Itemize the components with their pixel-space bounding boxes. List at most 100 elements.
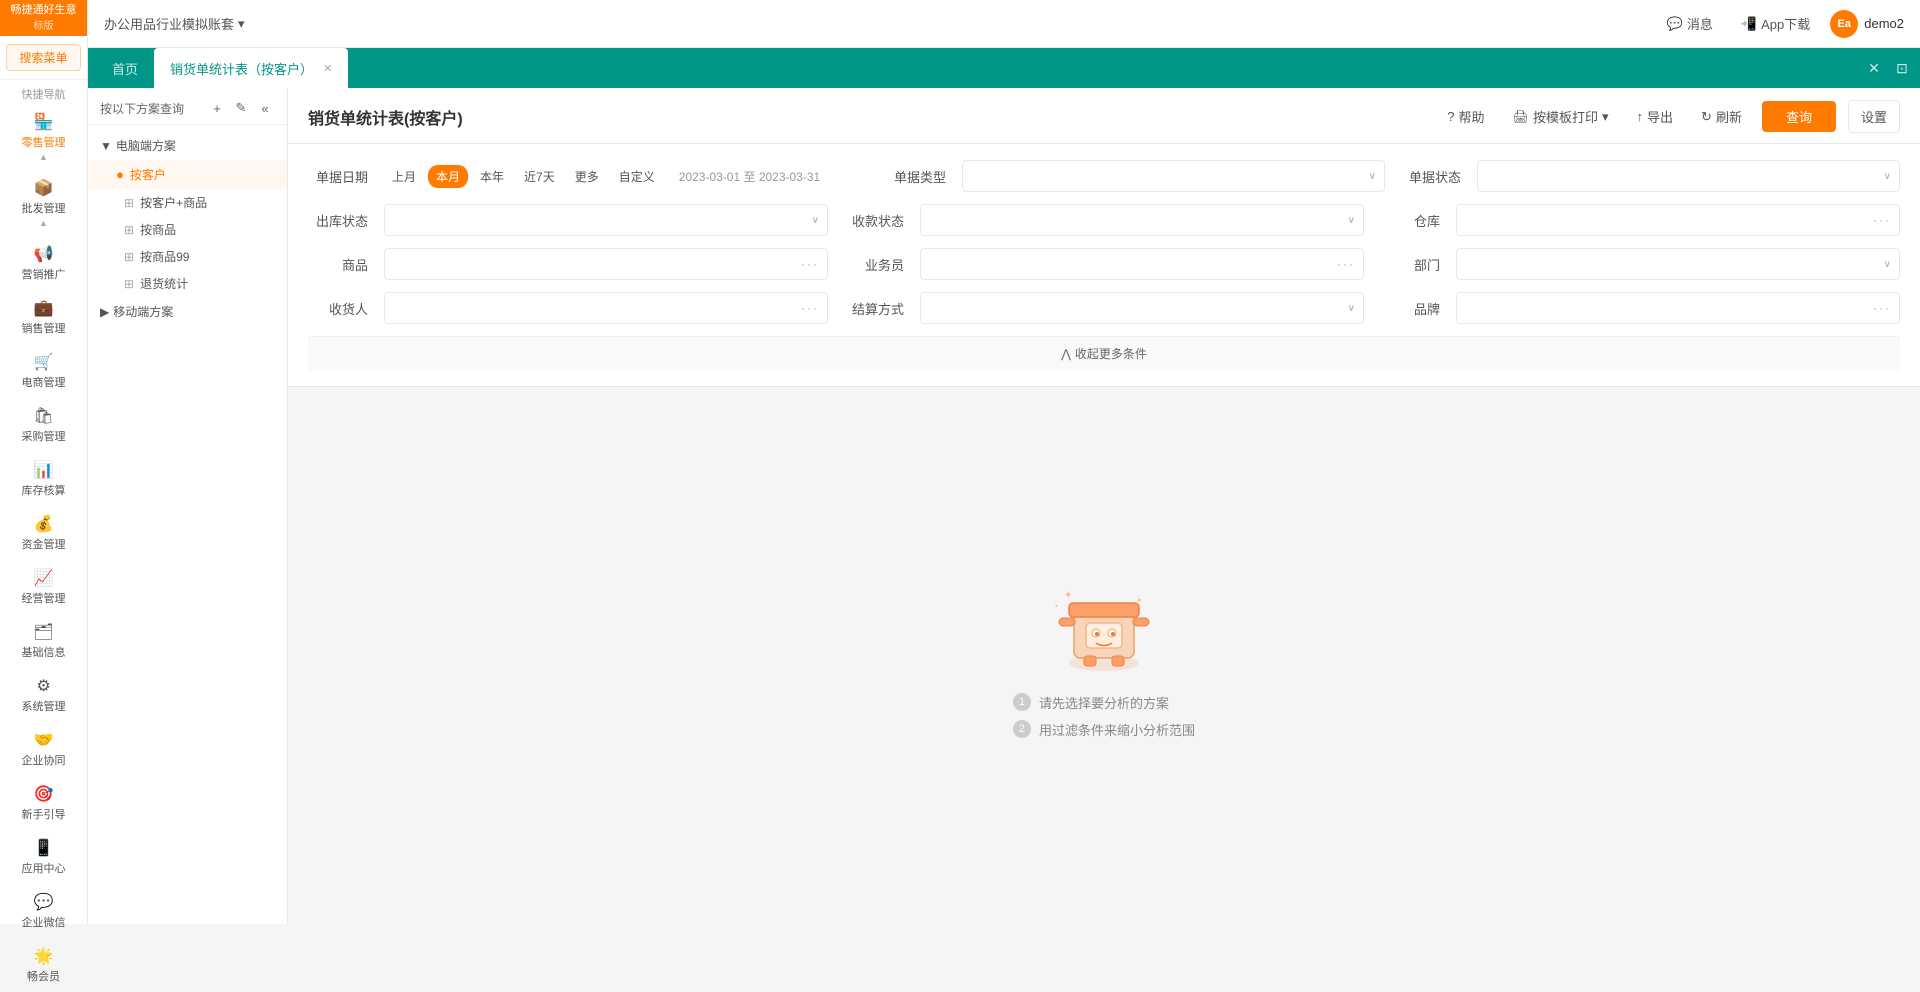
tree-group-mobile[interactable]: ▶ 移动端方案 [88, 297, 287, 326]
tree-item-by-goods99-label: 按商品99 [140, 248, 189, 265]
sidebar-item-member[interactable]: 🌟 畅会员 [0, 938, 87, 992]
tree-item-by-customer-goods[interactable]: ⊞ 按客户+商品 [88, 189, 287, 216]
consignee-select[interactable]: ··· [384, 292, 828, 324]
tree-item-return-stat[interactable]: ⊞ 退货统计 [88, 270, 287, 297]
industry-dropdown-icon: ▾ [238, 16, 245, 32]
tree-item-by-goods99[interactable]: ⊞ 按商品99 [88, 243, 287, 270]
tree-item-by-goods[interactable]: ⊞ 按商品 [88, 216, 287, 243]
brand-select[interactable]: ··· [1456, 292, 1900, 324]
message-button[interactable]: 💬 消息 [1659, 10, 1721, 37]
sidebar-item-wechat[interactable]: 💬 企业微信 [0, 884, 87, 938]
bill-type-arrow: ∨ [1369, 171, 1376, 182]
warehouse-select[interactable]: ··· [1456, 204, 1900, 236]
bill-type-select[interactable]: ∨ [962, 160, 1385, 192]
tree-item-by-customer[interactable]: ● 按客户 [88, 160, 287, 189]
by-customer-goods-icon: ⊞ [124, 196, 134, 210]
date-range: 2023-03-01 至 2023-03-31 [679, 168, 820, 185]
sidebar-item-enterprise[interactable]: 🤝 企业协同 [0, 722, 87, 776]
sidebar: 畅捷通好生意 标版 搜索菜单 快捷导航 🏪 零售管理 ▲ 📦 批发管理 ▲ 📢 … [0, 0, 88, 924]
settings-button[interactable]: 设置 [1848, 100, 1900, 133]
filter-row-3: 商品 ··· 业务员 ··· 部门 ∨ [308, 248, 1900, 280]
date-tab-last-7[interactable]: 近7天 [516, 165, 563, 188]
sidebar-item-ecommerce[interactable]: 🛒 电商管理 [0, 344, 87, 398]
dept-select[interactable]: ∨ [1456, 248, 1900, 280]
settlement-select[interactable]: ∨ [920, 292, 1364, 324]
tab-sales-stat[interactable]: 销货单统计表（按客户） ✕ [154, 48, 348, 88]
tree-item-by-customer-label: 按客户 [130, 166, 166, 183]
edit-scheme-button[interactable]: ✎ [231, 98, 251, 118]
sidebar-item-marketing[interactable]: 📢 营销推广 [0, 236, 87, 290]
sidebar-item-ecommerce-label: 电商管理 [22, 374, 66, 390]
date-tab-custom[interactable]: 自定义 [611, 165, 663, 188]
bill-status-select[interactable]: ∨ [1477, 160, 1900, 192]
print-button[interactable]: 🖨 按模板打印 ▾ [1504, 103, 1616, 130]
page-header: 销货单统计表(按客户) ? 帮助 🖨 按模板打印 ▾ ↑ 导出 [288, 88, 1920, 144]
collapse-panel-button[interactable]: « [255, 98, 275, 118]
out-status-select[interactable]: ∨ [384, 204, 828, 236]
goods-label: 商品 [308, 255, 368, 274]
date-tabs: 上月 本月 本年 近7天 更多 自定义 [384, 165, 663, 188]
sidebar-item-newuser[interactable]: 🎯 新手引导 [0, 776, 87, 830]
sidebar-logo-sub: 标版 [34, 17, 54, 32]
collapse-up-icon: ⋀ [1061, 347, 1071, 361]
sidebar-item-basic[interactable]: 🗂 基础信息 [0, 614, 87, 668]
sidebar-item-retail[interactable]: 🏪 零售管理 ▲ [0, 104, 87, 170]
sidebar-item-operations-label: 经营管理 [22, 590, 66, 606]
message-label: 消息 [1687, 14, 1713, 33]
user-menu[interactable]: Ea demo2 [1830, 10, 1904, 38]
query-button[interactable]: 查询 [1762, 101, 1836, 132]
purchase-icon: 🛍 [33, 406, 53, 426]
export-button[interactable]: ↑ 导出 [1629, 103, 1682, 130]
sidebar-item-finance[interactable]: 💰 资金管理 [0, 506, 87, 560]
window-maximize-button[interactable]: ⊡ [1892, 58, 1912, 78]
sidebar-item-wholesale[interactable]: 📦 批发管理 ▲ [0, 170, 87, 236]
tree-section: ▼ 电脑端方案 ● 按客户 ⊞ 按客户+商品 ⊞ 按商品 ⊞ 按商品99 [88, 125, 287, 332]
refresh-button[interactable]: ↻ 刷新 [1693, 103, 1750, 130]
app-download-button[interactable]: 📲 App下载 [1733, 10, 1818, 37]
sidebar-item-operations[interactable]: 📈 经营管理 [0, 560, 87, 614]
right-panel: 销货单统计表(按客户) ? 帮助 🖨 按模板打印 ▾ ↑ 导出 [288, 88, 1920, 924]
tree-item-return-stat-label: 退货统计 [140, 275, 188, 292]
date-tab-this-month[interactable]: 本月 [428, 165, 468, 188]
tree-group-desktop[interactable]: ▼ 电脑端方案 [88, 131, 287, 160]
marketing-icon: 📢 [34, 244, 54, 264]
add-scheme-button[interactable]: + [207, 98, 227, 118]
tree-group-desktop-arrow: ▼ [100, 139, 112, 153]
wholesale-arrow: ▲ [39, 218, 48, 228]
wholesale-icon: 📦 [34, 178, 54, 198]
return-stat-icon: ⊞ [124, 277, 134, 291]
dept-label: 部门 [1380, 255, 1440, 274]
newuser-icon: 🎯 [34, 784, 54, 804]
goods-select[interactable]: ··· [384, 248, 828, 280]
sidebar-item-apps[interactable]: 📱 应用中心 [0, 830, 87, 884]
tree-item-by-goods-label: 按商品 [140, 221, 176, 238]
sidebar-item-system[interactable]: ⚙ 系统管理 [0, 668, 87, 722]
collapse-bar[interactable]: ⋀ 收起更多条件 [308, 336, 1900, 370]
date-tab-more[interactable]: 更多 [567, 165, 607, 188]
empty-illustration: ✦ ✦ ✦ [1044, 573, 1164, 673]
sidebar-item-sales[interactable]: 💼 销售管理 [0, 290, 87, 344]
settings-label: 设置 [1861, 110, 1887, 125]
wechat-icon: 💬 [34, 892, 54, 912]
dept-arrow: ∨ [1884, 259, 1891, 270]
date-tab-last-month[interactable]: 上月 [384, 165, 424, 188]
username-label: demo2 [1864, 16, 1904, 31]
help-button[interactable]: ? 帮助 [1439, 103, 1492, 130]
tab-home[interactable]: 首页 [96, 48, 154, 88]
sidebar-item-purchase[interactable]: 🛍 采购管理 [0, 398, 87, 452]
left-panel: 按以下方案查询 + ✎ « ▼ 电脑端方案 ● 按客户 ⊞ 按客 [88, 88, 288, 924]
industry-selector[interactable]: 办公用品行业模拟账套 ▾ [104, 14, 245, 33]
tab-close-icon[interactable]: ✕ [323, 62, 332, 75]
date-tab-this-year[interactable]: 本年 [472, 165, 512, 188]
system-icon: ⚙ [36, 676, 50, 696]
left-panel-header-text: 按以下方案查询 [100, 100, 201, 117]
salesman-dots: ··· [1337, 257, 1355, 271]
sidebar-item-inventory[interactable]: 📊 库存核算 [0, 452, 87, 506]
retail-icon: 🏪 [34, 112, 54, 132]
goods-dots: ··· [801, 257, 819, 271]
salesman-select[interactable]: ··· [920, 248, 1364, 280]
tab-sales-stat-label: 销货单统计表（按客户） [170, 59, 313, 78]
search-menu-button[interactable]: 搜索菜单 [6, 44, 81, 71]
window-close-button[interactable]: ✕ [1864, 58, 1884, 78]
recv-status-select[interactable]: ∨ [920, 204, 1364, 236]
